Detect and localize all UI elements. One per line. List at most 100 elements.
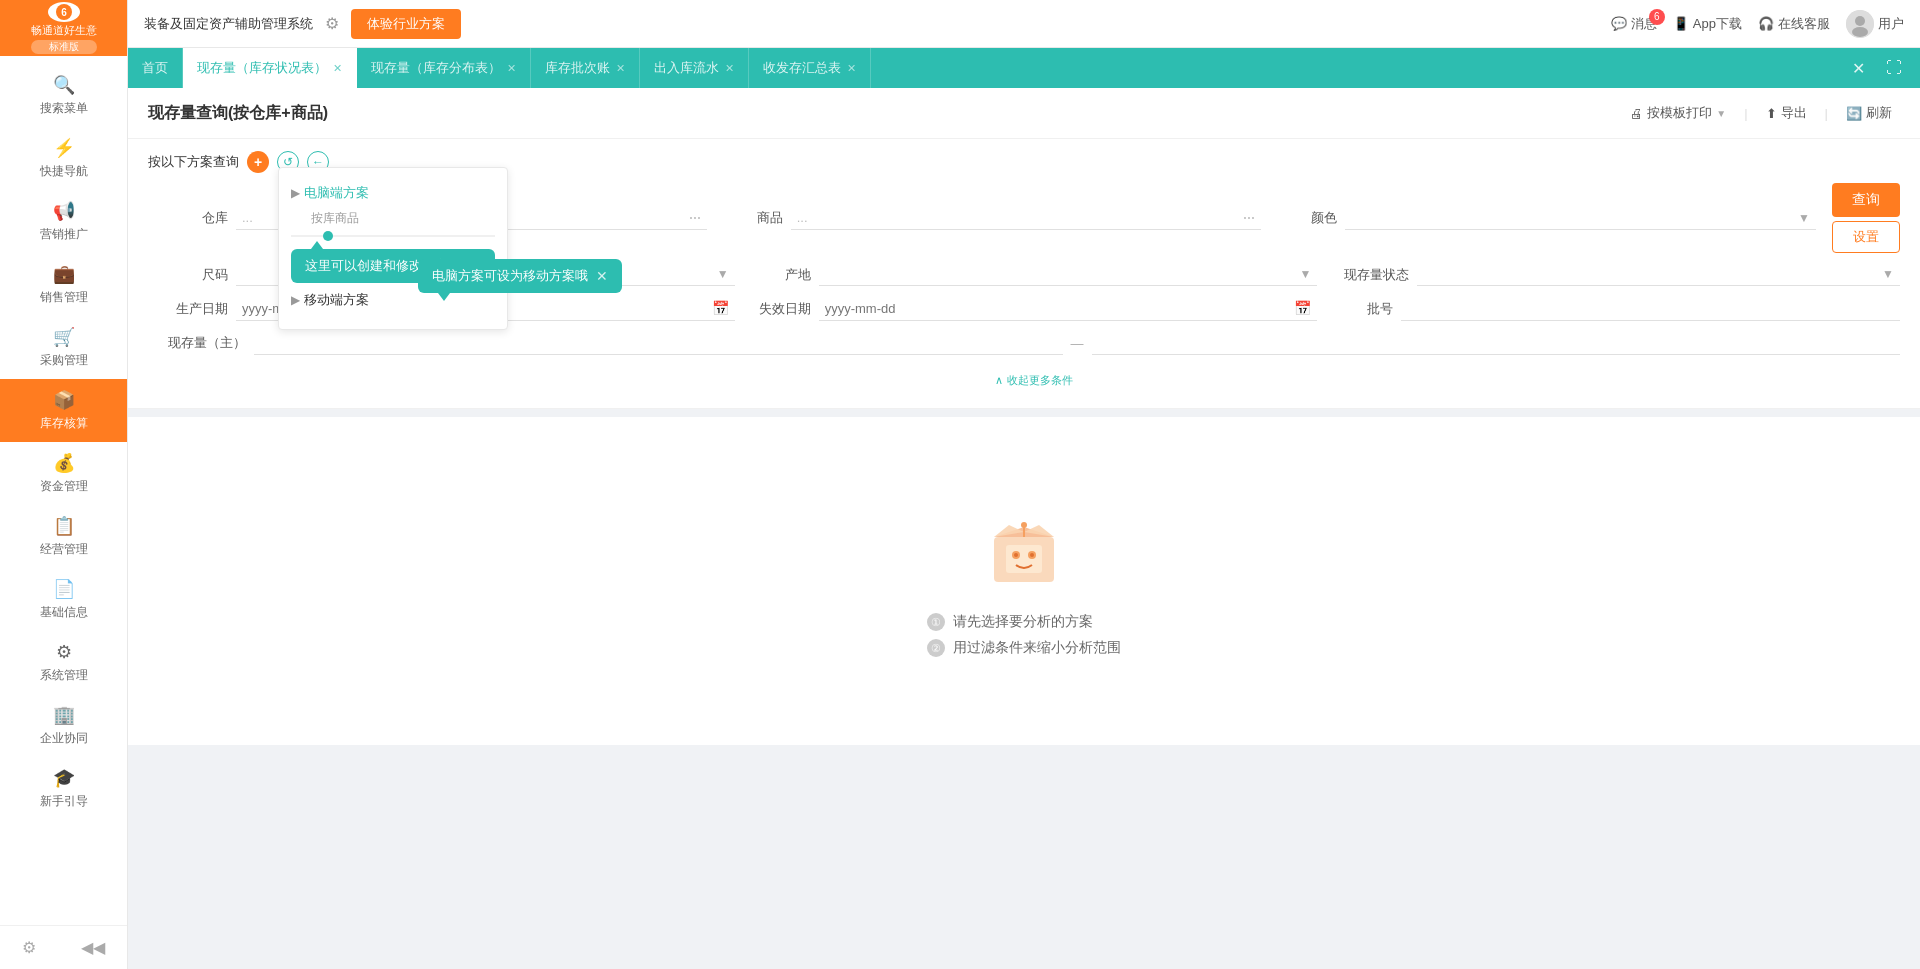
goods-select[interactable]: ... ⋯	[791, 206, 1262, 230]
mobile-scheme-arrow: ▶	[291, 293, 300, 307]
color-label: 颜色	[1277, 209, 1337, 227]
online-support-btn[interactable]: 🎧 在线客服	[1758, 15, 1830, 33]
page-actions: 🖨 按模板打印 ▼ | ⬆ 导出 | 🔄 刷新	[1622, 100, 1900, 126]
expire-date-input[interactable]: 📅	[819, 296, 1318, 321]
messages-btn[interactable]: 💬 消息 6	[1611, 15, 1657, 33]
purchase-icon: 🛒	[53, 326, 75, 348]
sidebar-item-inventory[interactable]: 📦 库存核算	[0, 379, 127, 442]
tab-close-stock-status[interactable]: ✕	[333, 62, 342, 75]
tab-batch-ledger[interactable]: 库存批次账 ✕	[531, 48, 640, 88]
stock-main-separator: —	[1071, 336, 1084, 351]
tooltip1-close-btn[interactable]: ✕	[596, 268, 608, 284]
sidebar-item-quick-nav[interactable]: ⚡ 快捷导航	[0, 127, 127, 190]
query-button[interactable]: 查询	[1832, 183, 1900, 217]
message-icon: 💬	[1611, 16, 1627, 31]
sidebar-item-finance[interactable]: 💰 资金管理	[0, 442, 127, 505]
search-menu-icon: 🔍	[53, 74, 75, 96]
color-select[interactable]: ▼	[1345, 207, 1816, 230]
filter-action-buttons: 查询 设置	[1832, 183, 1900, 253]
svg-point-10	[1030, 553, 1034, 557]
warehouse-label: 仓库	[168, 209, 228, 227]
quick-nav-icon: ⚡	[53, 137, 75, 159]
trial-button[interactable]: 体验行业方案	[351, 9, 461, 39]
tab-close-stock-dist[interactable]: ✕	[507, 62, 516, 75]
origin-select[interactable]: ▼	[819, 263, 1318, 286]
settings-footer-btn[interactable]: ⚙	[22, 938, 36, 957]
produce-date-calendar-icon[interactable]: 📅	[712, 300, 729, 316]
collapse-sidebar-btn[interactable]: ◀◀	[81, 938, 105, 957]
set-button[interactable]: 设置	[1832, 221, 1900, 253]
tab-inout-flow[interactable]: 出入库流水 ✕	[640, 48, 749, 88]
scheme-tree-pc[interactable]: ▶ 电脑端方案	[291, 180, 495, 206]
results-area: ① 请先选择要分析的方案 ② 用过滤条件来缩小分析范围	[128, 417, 1920, 745]
sidebar-footer: ⚙ ◀◀	[0, 925, 127, 969]
tabs-bar: 首页 现存量（库存状况表） ✕ 现存量（库存分布表） ✕ 库存批次账 ✕ 出入库…	[128, 48, 1920, 88]
refresh-btn[interactable]: 🔄 刷新	[1838, 100, 1900, 126]
stock-main-min[interactable]	[254, 331, 1063, 355]
expire-date-field[interactable]	[825, 301, 1291, 316]
batch-label: 批号	[1333, 300, 1393, 318]
topbar-settings-icon[interactable]: ⚙	[325, 14, 339, 33]
tab-stock-dist[interactable]: 现存量（库存分布表） ✕	[357, 48, 531, 88]
filter-row-stock-main: 现存量（主） —	[168, 331, 1900, 355]
svg-text:6: 6	[61, 7, 67, 18]
chevron-up-icon: ∧	[995, 374, 1003, 387]
operations-icon: 📋	[53, 515, 75, 537]
tab-close-recv-send[interactable]: ✕	[847, 62, 856, 75]
sidebar-item-purchase[interactable]: 🛒 采购管理	[0, 316, 127, 379]
sidebar-item-sales[interactable]: 💼 销售管理	[0, 253, 127, 316]
expire-date-label: 失效日期	[751, 300, 811, 318]
tab-stock-status[interactable]: 现存量（库存状况表） ✕	[183, 48, 357, 88]
guide-icon: 🎓	[53, 767, 75, 789]
stock-status-select[interactable]: ▼	[1417, 263, 1900, 286]
empty-state-text: ① 请先选择要分析的方案 ② 用过滤条件来缩小分析范围	[927, 613, 1121, 665]
color-arrow-icon: ▼	[1798, 211, 1810, 225]
pc-scheme-arrow: ▶	[291, 186, 300, 200]
svg-point-12	[1021, 522, 1027, 528]
topbar-right: 💬 消息 6 📱 App下载 🎧 在线客服 用户	[1611, 10, 1904, 38]
scheme-tree: ▶ 电脑端方案 按库商品 这里可以创建和修改方案哦 ✕	[291, 176, 495, 321]
sales-icon: 💼	[53, 263, 75, 285]
produce-date-label: 生产日期	[168, 300, 228, 318]
filter-row-origin: 产地 ▼	[751, 263, 1318, 286]
app-download-btn[interactable]: 📱 App下载	[1673, 15, 1742, 33]
action-sep-2: |	[1825, 106, 1828, 121]
filter-row-expire-date: 失效日期 📅	[751, 296, 1318, 321]
step2-number: ②	[927, 639, 945, 657]
goods-label: 商品	[723, 209, 783, 227]
filter-add-scheme-btn[interactable]: +	[247, 151, 269, 173]
export-btn[interactable]: ⬆ 导出	[1758, 100, 1815, 126]
stock-status-arrow-icon: ▼	[1882, 267, 1894, 281]
content-area: 现存量查询(按仓库+商品) 🖨 按模板打印 ▼ | ⬆ 导出 | 🔄 刷新	[128, 88, 1920, 969]
message-badge: 6	[1649, 9, 1665, 25]
expire-date-calendar-icon[interactable]: 📅	[1294, 300, 1311, 316]
print-icon: 🖨	[1630, 106, 1643, 121]
warehouse-more-icon: ⋯	[689, 211, 701, 225]
tab-recv-send[interactable]: 收发存汇总表 ✕	[749, 48, 871, 88]
tab-home[interactable]: 首页	[128, 48, 183, 88]
tab-fullscreen-btn[interactable]: ⛶	[1880, 54, 1908, 82]
sidebar-nav: 🔍 搜索菜单 ⚡ 快捷导航 📢 营销推广 💼 销售管理 🛒 采购管理 📦 库存核…	[0, 56, 127, 925]
tab-close-all-btn[interactable]: ✕	[1844, 54, 1872, 82]
tab-close-batch-ledger[interactable]: ✕	[616, 62, 625, 75]
sidebar-item-marketing[interactable]: 📢 营销推广	[0, 190, 127, 253]
batch-input[interactable]	[1401, 297, 1900, 321]
filter-row-color: 颜色 ▼	[1277, 207, 1816, 230]
stock-main-max[interactable]	[1092, 331, 1901, 355]
sidebar-item-system[interactable]: ⚙ 系统管理	[0, 631, 127, 694]
sidebar-item-search-menu[interactable]: 🔍 搜索菜单	[0, 64, 127, 127]
svg-point-9	[1014, 553, 1018, 557]
sidebar-item-guide[interactable]: 🎓 新手引导	[0, 757, 127, 820]
sidebar-item-operations[interactable]: 📋 经营管理	[0, 505, 127, 568]
sidebar-item-enterprise[interactable]: 🏢 企业协同	[0, 694, 127, 757]
print-btn[interactable]: 🖨 按模板打印 ▼	[1622, 100, 1734, 126]
collapse-filter-btn[interactable]: ∧ 收起更多条件	[995, 373, 1073, 388]
empty-state-icon	[974, 497, 1074, 597]
filter-section-label: 按以下方案查询	[148, 153, 239, 171]
size-label: 尺码	[168, 266, 228, 284]
finance-icon: 💰	[53, 452, 75, 474]
tab-close-inout-flow[interactable]: ✕	[725, 62, 734, 75]
user-btn[interactable]: 用户	[1846, 10, 1904, 38]
sidebar-item-basic-info[interactable]: 📄 基础信息	[0, 568, 127, 631]
marketing-icon: 📢	[53, 200, 75, 222]
